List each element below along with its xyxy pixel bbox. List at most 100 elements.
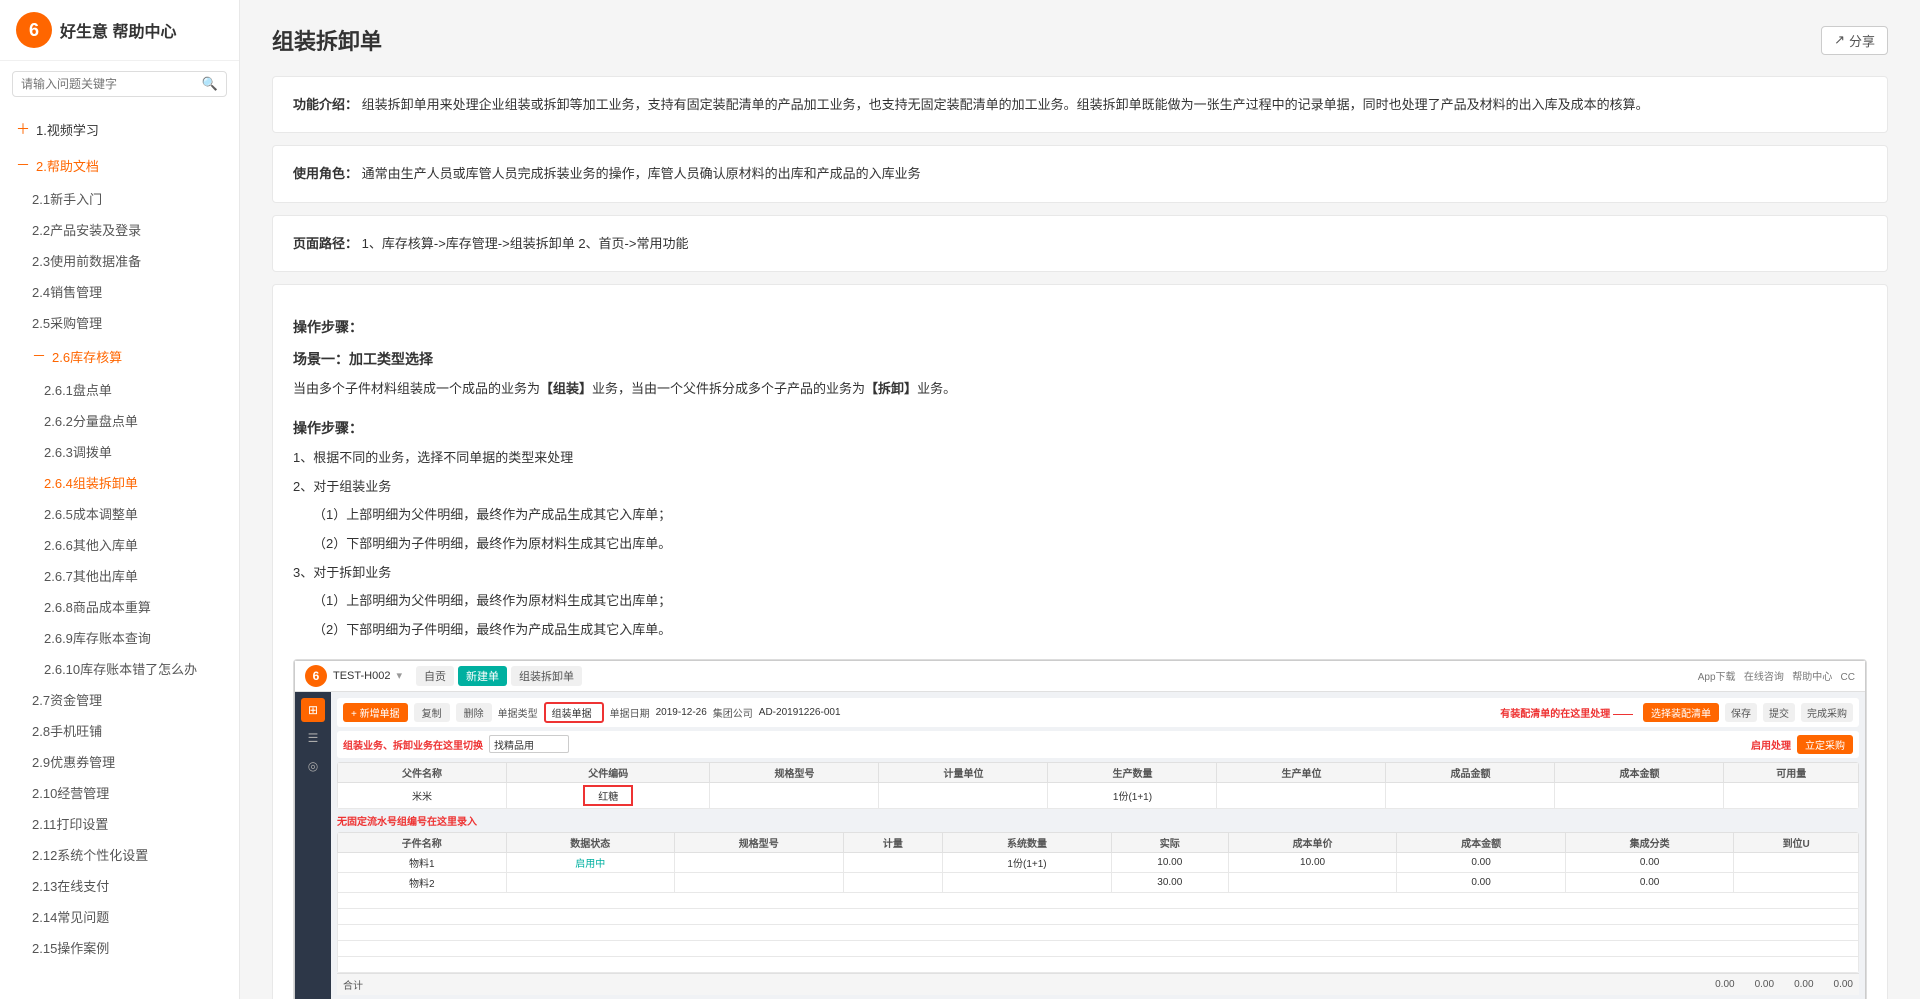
inner-sidebar-icon3[interactable]: ◎: [301, 754, 325, 778]
sidebar-item-27[interactable]: 2.7资金管理: [0, 684, 239, 715]
inner-bth-actual: 实际: [1111, 832, 1228, 852]
inner-th-fcode: 父件编码: [507, 762, 710, 782]
inner-bc-2-6: 30.00: [1111, 872, 1228, 892]
inner-bc-2-1: 物料2: [338, 872, 507, 892]
inner-top-cell-1-1: 米米: [338, 782, 507, 808]
inner-delete-btn[interactable]: 删除: [456, 703, 492, 722]
inner-top-row-1: 米米 红糖 1份(1+1): [338, 782, 1859, 808]
inner-new-btn[interactable]: + 新增单据: [343, 703, 408, 722]
inner-sidebar-icon2[interactable]: ☰: [301, 726, 325, 750]
inner-bc-1-7: 10.00: [1228, 852, 1397, 872]
inner-annotation-right: 有装配清单的在这里处理 ——: [1500, 705, 1633, 720]
sidebar-item-215[interactable]: 2.15操作案例: [0, 932, 239, 963]
inner-th-produnit: 生产单位: [1217, 762, 1386, 782]
inner-bc-1-9: 0.00: [1565, 852, 1734, 872]
sidebar-item-24[interactable]: 2.4销售管理: [0, 276, 239, 307]
inner-bc-1-1: 物料1: [338, 852, 507, 872]
inner-footer-t2: 0.00: [1755, 979, 1774, 990]
inner-bc-2-8: 0.00: [1397, 872, 1566, 892]
inner-th-spec: 规格型号: [710, 762, 879, 782]
sidebar-item-265[interactable]: 2.6.5成本调整单: [0, 498, 239, 529]
inner-submit-btn[interactable]: 提交: [1763, 703, 1795, 722]
inner-type-input[interactable]: 组装单据: [544, 702, 604, 723]
logo-circle: 6: [16, 12, 52, 48]
step-3-1: （1）上部明细为父件明细，最终作为原材料生成其它出库单；: [293, 589, 1867, 614]
sidebar-item-266[interactable]: 2.6.6其他入库单: [0, 529, 239, 560]
inner-tab-assembly[interactable]: 组装拆卸单: [511, 666, 582, 686]
sidebar-item-263[interactable]: 2.6.3调拨单: [0, 436, 239, 467]
inner-brow-4: [338, 908, 1859, 924]
inner-sidebar: ⊞ ☰ ◎: [295, 692, 331, 999]
sidebar-item-268[interactable]: 2.6.8商品成本重算: [0, 591, 239, 622]
inner-brow-1: 物料1 启用中 1份(1+1) 10.00 10.00 0.00 0.00: [338, 852, 1859, 872]
page-header: 组装拆卸单 ↗ 分享: [272, 24, 1888, 56]
sidebar-item-212[interactable]: 2.12系统个性化设置: [0, 839, 239, 870]
inner-top-table: 父件名称 父件编码 规格型号 计量单位 生产数量 生产单位 成品金额 成本金额: [337, 762, 1859, 809]
inner-brow-2: 物料2 30.00 0.00 0.00: [338, 872, 1859, 892]
inner-bth-unit: 计量: [843, 832, 943, 852]
inner-find-input[interactable]: 找精品用: [489, 735, 569, 753]
minus-icon-docs: －: [16, 155, 30, 175]
share-button[interactable]: ↗ 分享: [1821, 26, 1888, 55]
inner-bc-2-2: [506, 872, 675, 892]
main-content: 组装拆卸单 ↗ 分享 功能介绍： 组装拆卸单用来处理企业组装或拆卸等加工业务，支…: [240, 0, 1920, 999]
sidebar-item-211[interactable]: 2.11打印设置: [0, 808, 239, 839]
search-icon[interactable]: 🔍: [202, 76, 218, 92]
sidebar-title: 好生意 帮助中心: [60, 18, 176, 42]
inner-bth-category: 集成分类: [1565, 832, 1734, 852]
sidebar-item-23[interactable]: 2.3使用前数据准备: [0, 245, 239, 276]
inner-bc-2-5: [943, 872, 1112, 892]
sidebar-item-25[interactable]: 2.5采购管理: [0, 307, 239, 338]
inner-top-cell-1-6: [1217, 782, 1386, 808]
inner-bth-sname: 子件名称: [338, 832, 507, 852]
minus-icon-26: －: [32, 346, 46, 366]
share-icon: ↗: [1834, 32, 1845, 48]
sidebar-item-261[interactable]: 2.6.1盘点单: [0, 374, 239, 405]
sidebar-item-264[interactable]: 2.6.4组装拆卸单: [0, 467, 239, 498]
inner-save-btn[interactable]: 保存: [1725, 703, 1757, 722]
inner-footer: 合计 0.00 0.00 0.00 0.00: [337, 973, 1859, 995]
inner-select-bom-btn[interactable]: 选择装配清单: [1643, 703, 1719, 722]
scene1-desc: 当由多个子件材料组装成一个成品的业务为【组装】业务，当由一个父件拆分成多个子产品…: [293, 377, 1867, 402]
sidebar-item-269[interactable]: 2.6.9库存账本查询: [0, 622, 239, 653]
search-input[interactable]: [21, 77, 202, 91]
sidebar-item-22[interactable]: 2.2产品安装及登录: [0, 214, 239, 245]
plus-icon-video: ＋: [16, 119, 30, 139]
inner-copy-btn[interactable]: 复制: [414, 703, 450, 722]
inner-bc-1-3: [675, 852, 844, 872]
inner-top-cell-1-2: 红糖: [507, 782, 710, 808]
inner-bc-1-6: 10.00: [1111, 852, 1228, 872]
search-box[interactable]: 🔍: [12, 71, 227, 97]
inner-tab-home[interactable]: 自贡: [416, 666, 454, 686]
inner-bc-2-3: [675, 872, 844, 892]
inner-top-code-input[interactable]: 红糖: [583, 785, 633, 806]
sidebar-item-2610[interactable]: 2.6.10库存账本错了怎么办: [0, 653, 239, 684]
sidebar-item-267[interactable]: 2.6.7其他出库单: [0, 560, 239, 591]
inner-tab-new[interactable]: 新建单: [458, 666, 507, 686]
inner-top-cell-1-7: [1386, 782, 1555, 808]
sidebar-item-26[interactable]: － 2.6库存核算: [0, 338, 239, 374]
sidebar-item-21[interactable]: 2.1新手入门: [0, 183, 239, 214]
page-title: 组装拆卸单: [272, 24, 382, 56]
step-1: 1、根据不同的业务，选择不同单据的类型来处理: [293, 446, 1867, 471]
bracket-disassembly: 【拆卸】: [865, 381, 917, 396]
sidebar-item-262[interactable]: 2.6.2分量盘点单: [0, 405, 239, 436]
sidebar-item-29[interactable]: 2.9优惠券管理: [0, 746, 239, 777]
sidebar-item-docs[interactable]: － 2.帮助文档: [0, 147, 239, 183]
sidebar-item-213[interactable]: 2.13在线支付: [0, 870, 239, 901]
sidebar-item-video[interactable]: ＋ 1.视频学习: [0, 111, 239, 147]
inner-dropdown-icon: ▾: [396, 669, 402, 682]
inner-bottom-table-wrapper: 子件名称 数据状态 规格型号 计量 系统数量 实际 成本单价 成本金额 集成分类: [337, 832, 1859, 973]
sidebar-item-214[interactable]: 2.14常见问题: [0, 901, 239, 932]
sidebar-item-docs-label: 2.帮助文档: [36, 156, 99, 175]
inner-footer-t4: 0.00: [1834, 979, 1853, 990]
sidebar-item-210[interactable]: 2.10经营管理: [0, 777, 239, 808]
inner-top-cell-1-5: 1份(1+1): [1048, 782, 1217, 808]
sidebar-item-28[interactable]: 2.8手机旺铺: [0, 715, 239, 746]
inner-corp-val: AD-20191226-001: [759, 707, 841, 718]
inner-confirm-btn[interactable]: 立定采购: [1797, 735, 1853, 754]
inner-footer-t1: 0.00: [1715, 979, 1734, 990]
inner-annotation-enable: 启用处理: [1751, 737, 1791, 752]
inner-complete-btn[interactable]: 完成采购: [1801, 703, 1853, 722]
inner-sidebar-home[interactable]: ⊞: [301, 698, 325, 722]
